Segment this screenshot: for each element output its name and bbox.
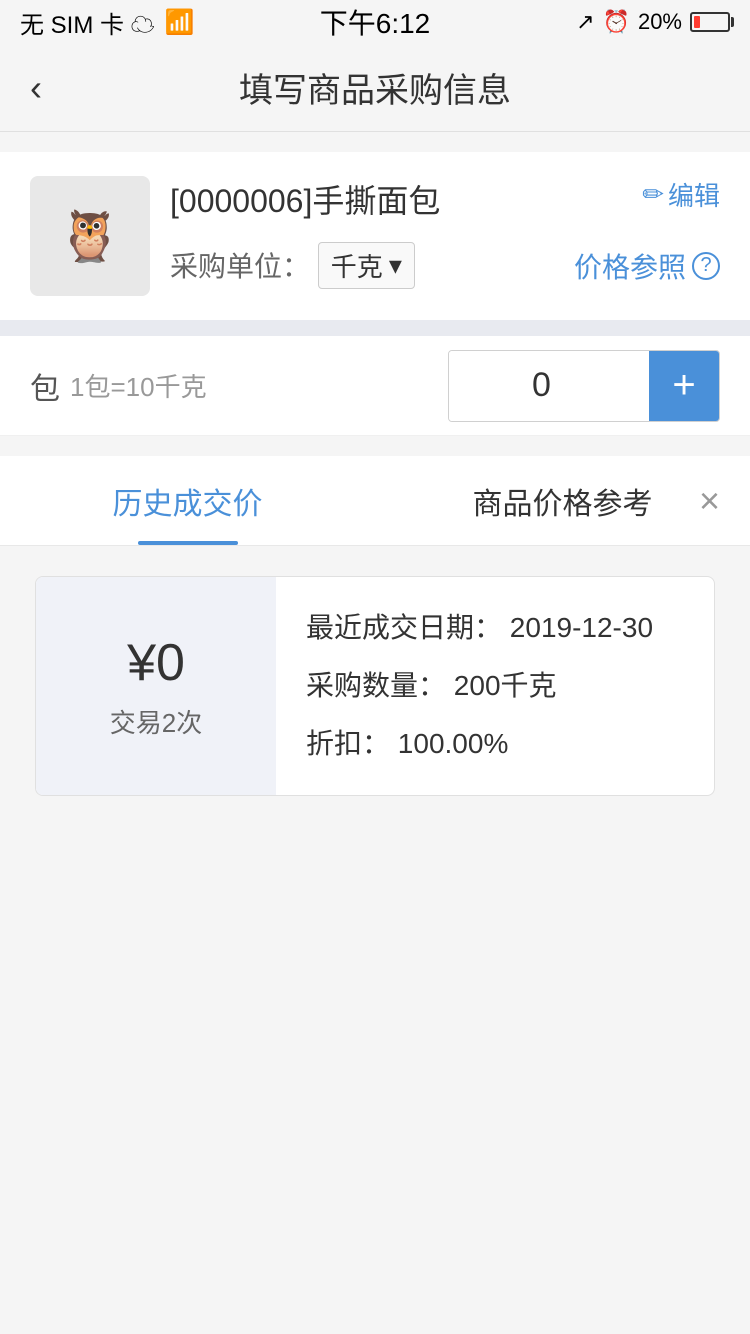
- close-button[interactable]: ×: [699, 480, 720, 522]
- quantity-row: 包 1包=10千克 +: [0, 336, 750, 436]
- price-reference-button[interactable]: 价格参照 ?: [574, 246, 720, 286]
- section-divider: [0, 320, 750, 336]
- tab-product-label: 商品价格参考: [473, 479, 653, 523]
- sim-status: 无 SIM 卡 ☁: [20, 5, 155, 40]
- history-card: ¥0 交易2次 最近成交日期： 2019-12-30 采购数量： 200千克 折…: [35, 576, 715, 796]
- discount-value: 100.00%: [398, 728, 509, 759]
- unit-label-row: 采购单位： 千克 ▾: [170, 242, 415, 289]
- battery-fill: [694, 16, 700, 28]
- unit-prefix: 采购单位：: [170, 251, 310, 282]
- trade-count: 交易2次: [110, 703, 202, 740]
- unit-conversion: 1包=10千克: [70, 367, 207, 404]
- tab-history-price[interactable]: 历史成交价: [0, 456, 375, 545]
- dropdown-icon: ▾: [389, 250, 402, 281]
- product-unit-row: 采购单位： 千克 ▾ 价格参照 ?: [170, 242, 720, 289]
- content-area: 历史成交价 商品价格参考 × ¥0 交易2次 最近成交日期： 2019-12-3…: [0, 456, 750, 1256]
- history-price: ¥0: [127, 633, 185, 693]
- product-name: [0000006]手撕面包: [170, 176, 440, 222]
- quantity-plus-button[interactable]: +: [649, 351, 719, 421]
- quantity-detail-label: 采购数量：: [306, 670, 446, 701]
- product-header: [0000006]手撕面包 ✏ 编辑: [170, 176, 720, 222]
- product-info: [0000006]手撕面包 ✏ 编辑 采购单位： 千克 ▾ 价格参照 ?: [170, 176, 720, 289]
- help-icon: ?: [692, 252, 720, 280]
- product-logo: 🦉: [59, 207, 121, 266]
- recent-date-row: 最近成交日期： 2019-12-30: [306, 607, 684, 649]
- tab-bar: 历史成交价 商品价格参考 ×: [0, 456, 750, 546]
- unit-select-button[interactable]: 千克 ▾: [318, 242, 415, 289]
- nav-bar: ‹ 填写商品采购信息: [0, 44, 750, 132]
- back-button[interactable]: ‹: [30, 70, 42, 106]
- status-bar: 无 SIM 卡 ☁ 📶 下午6:12 ↗ ⏰ 20%: [0, 0, 750, 44]
- quantity-row-detail: 采购数量： 200千克: [306, 665, 684, 707]
- page-title: 填写商品采购信息: [239, 63, 511, 112]
- edit-icon: ✏: [642, 179, 664, 210]
- tab-history-label: 历史成交价: [113, 479, 263, 523]
- battery-percent: 20%: [638, 9, 682, 35]
- product-image: 🦉: [30, 176, 150, 296]
- status-right: ↗ ⏰ 20%: [576, 9, 730, 35]
- recent-date-label: 最近成交日期：: [306, 612, 502, 643]
- quantity-input-wrap: +: [448, 350, 720, 422]
- unit-hint: 包 1包=10千克: [30, 364, 207, 408]
- unit-badge: 包: [30, 364, 60, 408]
- alarm-icon: ⏰: [603, 9, 630, 35]
- edit-label: 编辑: [668, 176, 720, 213]
- location-icon: ↗: [576, 9, 594, 35]
- tab-product-price[interactable]: 商品价格参考: [375, 456, 750, 545]
- unit-value: 千克: [331, 247, 383, 284]
- battery-icon: [690, 12, 730, 32]
- price-ref-label: 价格参照: [574, 246, 686, 286]
- price-section: ¥0 交易2次: [36, 577, 276, 795]
- status-time: 下午6:12: [320, 2, 431, 42]
- edit-button[interactable]: ✏ 编辑: [642, 176, 720, 213]
- recent-date-value: 2019-12-30: [510, 612, 653, 643]
- status-left: 无 SIM 卡 ☁ 📶: [20, 5, 195, 40]
- wifi-icon: 📶: [165, 8, 195, 37]
- discount-label: 折扣：: [306, 728, 390, 759]
- quantity-input[interactable]: [449, 351, 649, 421]
- discount-row: 折扣： 100.00%: [306, 723, 684, 765]
- quantity-detail-value: 200千克: [454, 670, 557, 701]
- product-title: 手撕面包: [312, 183, 440, 219]
- product-id: [0000006]: [170, 183, 312, 219]
- detail-section: 最近成交日期： 2019-12-30 采购数量： 200千克 折扣： 100.0…: [276, 577, 714, 795]
- product-card: 🦉 [0000006]手撕面包 ✏ 编辑 采购单位： 千克 ▾ 价格参照 ?: [0, 152, 750, 320]
